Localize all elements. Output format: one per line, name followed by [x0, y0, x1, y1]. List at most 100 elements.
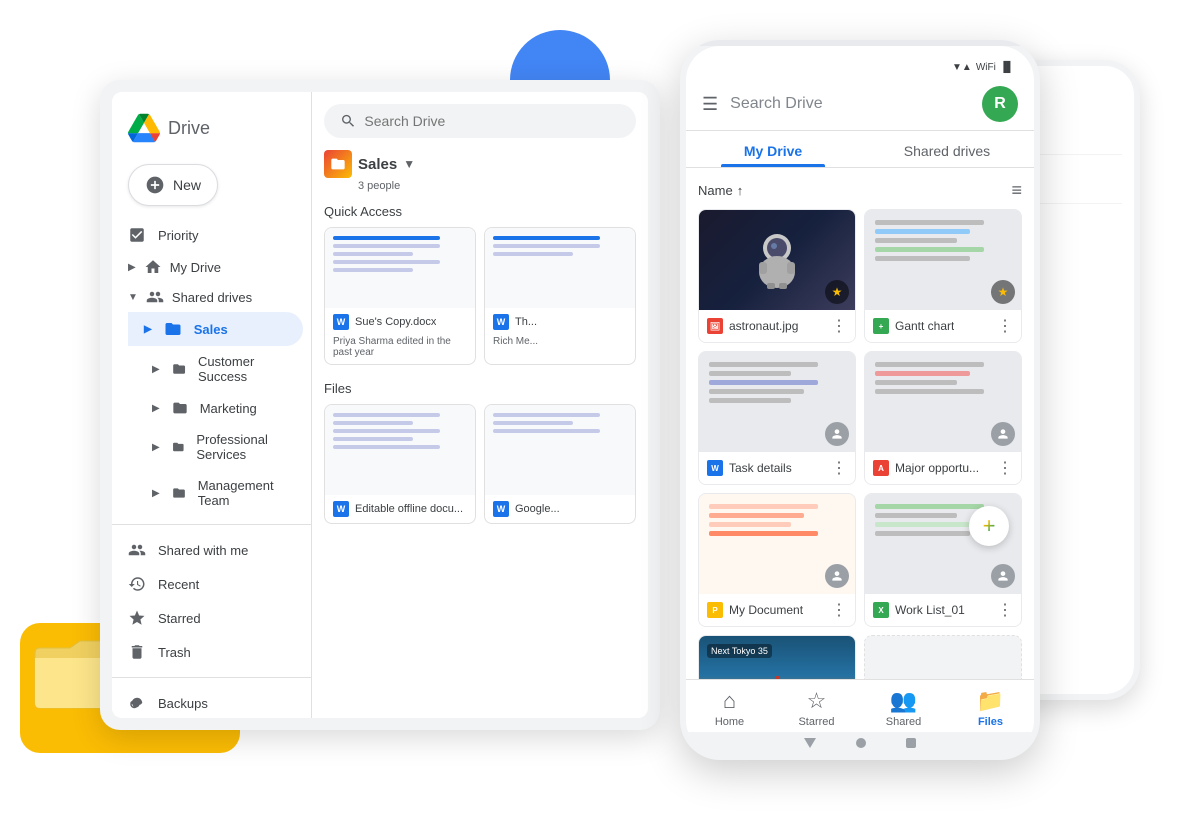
gantt-more-button[interactable]: ⋮: [997, 316, 1013, 336]
recents-button[interactable]: [906, 738, 916, 748]
phone-file-card-task[interactable]: W Task details ⋮: [698, 351, 856, 485]
folder-name: Sales: [358, 156, 397, 173]
astronaut-image: [752, 230, 802, 290]
sidebar-item-backups[interactable]: Backups: [112, 686, 311, 718]
new-button[interactable]: New: [128, 164, 218, 206]
shared-with-me-label: Shared with me: [158, 543, 248, 558]
list-view-toggle[interactable]: ≡: [1011, 180, 1022, 201]
sort-name: Name: [698, 183, 733, 198]
sidebar-item-sales[interactable]: ▶ Sales: [128, 312, 303, 346]
sidebar-item-priority[interactable]: Priority: [112, 218, 311, 252]
shared-drives-label: Shared drives: [172, 290, 252, 305]
file-1-name: Editable offline docu...: [355, 503, 463, 515]
sidebar-item-shared-with-me[interactable]: Shared with me: [112, 533, 311, 567]
phone-file-card-tokyo[interactable]: Next Tokyo 35 🖼 Next Tokyo 35 ⋮: [698, 635, 856, 679]
file-card-1[interactable]: W Editable offline docu...: [324, 404, 476, 524]
file-card-2-preview: [485, 405, 635, 495]
sidebar-item-marketing[interactable]: ▶ Marketing: [128, 392, 311, 424]
qa-card-1[interactable]: W Sue's Copy.docx Priya Sharma edited in…: [324, 227, 476, 365]
tab-shared-drives[interactable]: Shared drives: [860, 131, 1034, 167]
astronaut-type-icon: 🖼: [707, 318, 723, 334]
major-more-button[interactable]: ⋮: [997, 458, 1013, 478]
nav-home[interactable]: ⌂ Home: [686, 688, 773, 728]
sort-label[interactable]: Name ↑: [698, 183, 743, 198]
nav-files[interactable]: 📁 Files: [947, 688, 1034, 728]
file-1-type-icon: W: [333, 501, 349, 517]
sidebar-item-trash[interactable]: Trash: [112, 635, 311, 669]
folder-thumbnail: [324, 150, 352, 178]
qa-card-2-type-icon: W: [493, 314, 509, 330]
task-more-button[interactable]: ⋮: [831, 458, 847, 478]
file-card-2[interactable]: W Google...: [484, 404, 636, 524]
qa-card-2-preview: [485, 228, 635, 308]
major-name: Major opportu...: [895, 461, 979, 475]
folder-dropdown[interactable]: ▼: [403, 157, 415, 171]
file-2-name: Google...: [515, 503, 560, 515]
phone-search-input[interactable]: Search Drive: [730, 95, 970, 113]
recent-icon: [128, 575, 146, 593]
priority-icon: [128, 226, 146, 244]
android-nav-bar: [686, 732, 1034, 754]
drive-logo-icon: [128, 112, 160, 144]
phone-file-card-astronaut[interactable]: ★ 🖼 astronaut.jpg ⋮: [698, 209, 856, 343]
nav-starred[interactable]: ☆ Starred: [773, 688, 860, 728]
sidebar-item-management-team[interactable]: ▶ Management Team: [128, 470, 311, 516]
home-nav-label: Home: [715, 716, 744, 728]
back-button[interactable]: [804, 738, 816, 748]
sidebar-item-my-drive[interactable]: ▶ My Drive: [112, 252, 311, 282]
major-shared-avatar: [991, 422, 1015, 446]
astronaut-name: astronaut.jpg: [729, 319, 798, 333]
mydoc-thumb: [699, 494, 855, 594]
phone-file-card-gantt[interactable]: ★ + Gantt chart ⋮: [864, 209, 1022, 343]
major-thumb: [865, 352, 1021, 452]
qa-card-2-name: Th...: [515, 316, 537, 328]
home-nav-icon: ⌂: [723, 688, 736, 714]
phone-file-card-placeholder: [864, 635, 1022, 679]
avatar-initial: R: [994, 95, 1006, 113]
user-avatar[interactable]: R: [982, 86, 1018, 122]
laptop-search-icon: [340, 112, 356, 130]
qa-card-2[interactable]: W Th... Rich Me...: [484, 227, 636, 365]
fab-add-button[interactable]: +: [969, 506, 1009, 546]
qa-card-1-preview: [325, 228, 475, 308]
phone-inner: ▼▲ WiFi ▐▌ ☰ Search Drive R My Drive Sha…: [686, 46, 1034, 754]
professional-services-folder-icon: [172, 439, 185, 455]
sales-folder-icon: [164, 320, 182, 338]
management-team-folder-icon: [172, 485, 186, 501]
phone-file-card-major[interactable]: A Major opportu... ⋮: [864, 351, 1022, 485]
new-plus-icon: [145, 175, 165, 195]
major-type-icon: A: [873, 460, 889, 476]
phone-file-card-mydoc[interactable]: P My Document ⋮: [698, 493, 856, 627]
tab-my-drive[interactable]: My Drive: [686, 131, 860, 167]
astronaut-more-button[interactable]: ⋮: [831, 316, 847, 336]
worklist-shared-avatar: [991, 564, 1015, 588]
task-type-icon: W: [707, 460, 723, 476]
sidebar-item-professional-services[interactable]: ▶ Professional Services: [128, 424, 311, 470]
laptop-search-bar[interactable]: [324, 104, 636, 138]
phone-bottom-nav: ⌂ Home ☆ Starred 👥 Shared 📁 Files: [686, 679, 1034, 732]
sidebar-item-customer-success[interactable]: ▶ Customer Success: [128, 346, 311, 392]
sidebar-item-recent[interactable]: Recent: [112, 567, 311, 601]
mydoc-more-button[interactable]: ⋮: [831, 600, 847, 620]
qa-card-2-meta: Rich Me...: [485, 336, 635, 353]
fab-plus-icon: +: [983, 513, 996, 539]
marketing-label: Marketing: [200, 401, 257, 416]
home-button[interactable]: [856, 738, 866, 748]
astronaut-file-info: 🖼 astronaut.jpg ⋮: [699, 310, 855, 342]
qa-card-1-type-icon: W: [333, 314, 349, 330]
files-grid: W Editable offline docu... W Google...: [324, 404, 636, 524]
backups-label: Backups: [158, 696, 208, 711]
sales-arrow: ▶: [144, 324, 152, 335]
sidebar-item-starred[interactable]: Starred: [112, 601, 311, 635]
starred-nav-label: Starred: [798, 716, 834, 728]
sidebar-item-shared-drives[interactable]: ▼ Shared drives: [112, 282, 311, 312]
worklist-more-button[interactable]: ⋮: [997, 600, 1013, 620]
phone-file-card-worklist[interactable]: X Work List_01 ⋮ +: [864, 493, 1022, 627]
hamburger-button[interactable]: ☰: [702, 94, 718, 115]
gantt-star: ★: [991, 280, 1015, 304]
file-card-1-preview: [325, 405, 475, 495]
shared-drives-icon: [146, 288, 164, 306]
laptop-search-input[interactable]: [364, 113, 620, 129]
nav-shared[interactable]: 👥 Shared: [860, 688, 947, 728]
trash-icon: [128, 643, 146, 661]
